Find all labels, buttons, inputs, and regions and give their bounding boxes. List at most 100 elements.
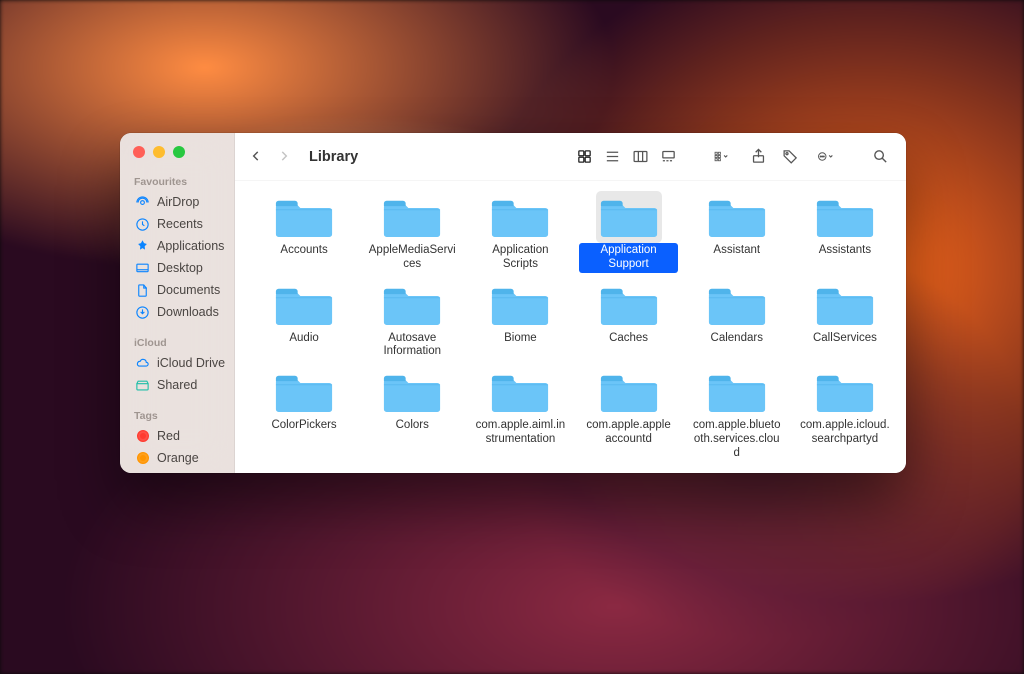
folder-icon	[704, 366, 770, 418]
icon-view-button[interactable]	[570, 146, 598, 168]
folder-label: AppleMediaServices	[363, 243, 461, 273]
folder-icon	[812, 366, 878, 418]
folder-item[interactable]: AppleMediaServices	[361, 187, 463, 275]
sidebar-item-label: Orange	[157, 451, 199, 465]
folder-item[interactable]: CallServices	[794, 275, 896, 363]
folder-item[interactable]	[577, 464, 679, 473]
folder-item[interactable]	[794, 464, 896, 473]
sidebar-item-label: Red	[157, 429, 180, 443]
sidebar-item-shared[interactable]: Shared	[120, 374, 234, 396]
airdrop-icon	[134, 194, 150, 210]
sidebar-item-recents[interactable]: Recents	[120, 213, 234, 235]
folder-icon	[812, 468, 878, 473]
sidebar-section-icloud-header: iCloud	[120, 333, 234, 352]
folder-icon	[271, 191, 337, 243]
folder-icon	[596, 468, 662, 473]
sidebar-item-downloads[interactable]: Downloads	[120, 301, 234, 323]
folder-item[interactable]	[686, 464, 788, 473]
sidebar-item-applications[interactable]: Applications	[120, 235, 234, 257]
close-button[interactable]	[133, 146, 145, 158]
folder-item[interactable]: Assistants	[794, 187, 896, 275]
folder-label: com.apple.appleaccountd	[579, 418, 677, 448]
folder-label: Calendars	[707, 331, 767, 347]
folder-label: Accounts	[276, 243, 331, 259]
folder-label: CallServices	[809, 331, 881, 347]
folder-item[interactable]	[469, 464, 571, 473]
folder-item[interactable]: com.apple.bluetooth.services.cloud	[686, 362, 788, 463]
sidebar-item-tag-red[interactable]: Red	[120, 425, 234, 447]
sidebar: Favourites AirDrop Recents Applications …	[120, 133, 235, 473]
group-by-button[interactable]	[704, 146, 740, 168]
folder-icon	[812, 279, 878, 331]
folder-icon	[596, 191, 662, 243]
folder-item[interactable]: Biome	[469, 275, 571, 363]
sidebar-item-label: Downloads	[157, 305, 219, 319]
folder-icon	[379, 191, 445, 243]
folder-item[interactable]: com.apple.appleaccountd	[577, 362, 679, 463]
sidebar-item-label: Documents	[157, 283, 220, 297]
sidebar-item-label: Shared	[157, 378, 197, 392]
column-view-button[interactable]	[626, 146, 654, 168]
folder-item[interactable]: ColorPickers	[253, 362, 355, 463]
gallery-view-button[interactable]	[654, 146, 682, 168]
maximize-button[interactable]	[173, 146, 185, 158]
cloud-icon	[134, 355, 150, 371]
folder-item[interactable]: Assistant	[686, 187, 788, 275]
folder-icon	[487, 468, 553, 473]
folder-item[interactable]: Audio	[253, 275, 355, 363]
back-button[interactable]	[249, 149, 265, 165]
sidebar-item-documents[interactable]: Documents	[120, 279, 234, 301]
folder-item[interactable]: com.apple.aiml.instrumentation	[469, 362, 571, 463]
folder-icon	[271, 366, 337, 418]
sidebar-item-airdrop[interactable]: AirDrop	[120, 191, 234, 213]
content-area[interactable]: Accounts AppleMediaServices Application …	[235, 181, 906, 473]
folder-label: Biome	[500, 331, 541, 347]
search-button[interactable]	[866, 146, 894, 168]
sidebar-item-tag-yellow[interactable]: Yellow	[120, 469, 234, 473]
folder-icon	[704, 468, 770, 473]
list-view-button[interactable]	[598, 146, 626, 168]
folder-icon	[596, 279, 662, 331]
folder-label: Colors	[392, 418, 433, 434]
folder-item[interactable]: Application Scripts	[469, 187, 571, 275]
folder-icon	[487, 191, 553, 243]
desktop-icon	[134, 260, 150, 276]
folder-icon	[379, 468, 445, 473]
folder-label: Caches	[605, 331, 652, 347]
sidebar-item-label: iCloud Drive	[157, 356, 225, 370]
folder-grid: Accounts AppleMediaServices Application …	[253, 187, 896, 473]
share-button[interactable]	[744, 146, 772, 168]
sidebar-item-label: Recents	[157, 217, 203, 231]
sidebar-section-favourites-header: Favourites	[120, 172, 234, 191]
forward-button[interactable]	[277, 149, 293, 165]
finder-window: Favourites AirDrop Recents Applications …	[120, 133, 906, 473]
folder-label: Application Support	[579, 243, 677, 273]
view-toggle	[570, 146, 682, 168]
tag-orange-icon	[134, 450, 150, 466]
minimize-button[interactable]	[153, 146, 165, 158]
tag-yellow-icon	[134, 472, 150, 473]
folder-item[interactable]: Colors	[361, 362, 463, 463]
folder-item[interactable]: com.apple.icloud.searchpartyd	[794, 362, 896, 463]
folder-item[interactable]: Application Support	[577, 187, 679, 275]
folder-item[interactable]: Calendars	[686, 275, 788, 363]
sidebar-item-desktop[interactable]: Desktop	[120, 257, 234, 279]
tags-button[interactable]	[776, 146, 804, 168]
sidebar-item-icloud-drive[interactable]: iCloud Drive	[120, 352, 234, 374]
folder-label: ColorPickers	[267, 418, 340, 434]
more-button[interactable]	[808, 146, 844, 168]
tag-red-icon	[134, 428, 150, 444]
sidebar-item-tag-orange[interactable]: Orange	[120, 447, 234, 469]
download-icon	[134, 304, 150, 320]
toolbar: Library	[235, 133, 906, 181]
folder-item[interactable]	[253, 464, 355, 473]
folder-item[interactable]: Accounts	[253, 187, 355, 275]
folder-icon	[704, 191, 770, 243]
nav-buttons	[247, 149, 299, 165]
folder-icon	[487, 366, 553, 418]
folder-item[interactable]: Autosave Information	[361, 275, 463, 363]
folder-icon	[379, 279, 445, 331]
folder-item[interactable]	[361, 464, 463, 473]
folder-icon	[704, 279, 770, 331]
folder-item[interactable]: Caches	[577, 275, 679, 363]
